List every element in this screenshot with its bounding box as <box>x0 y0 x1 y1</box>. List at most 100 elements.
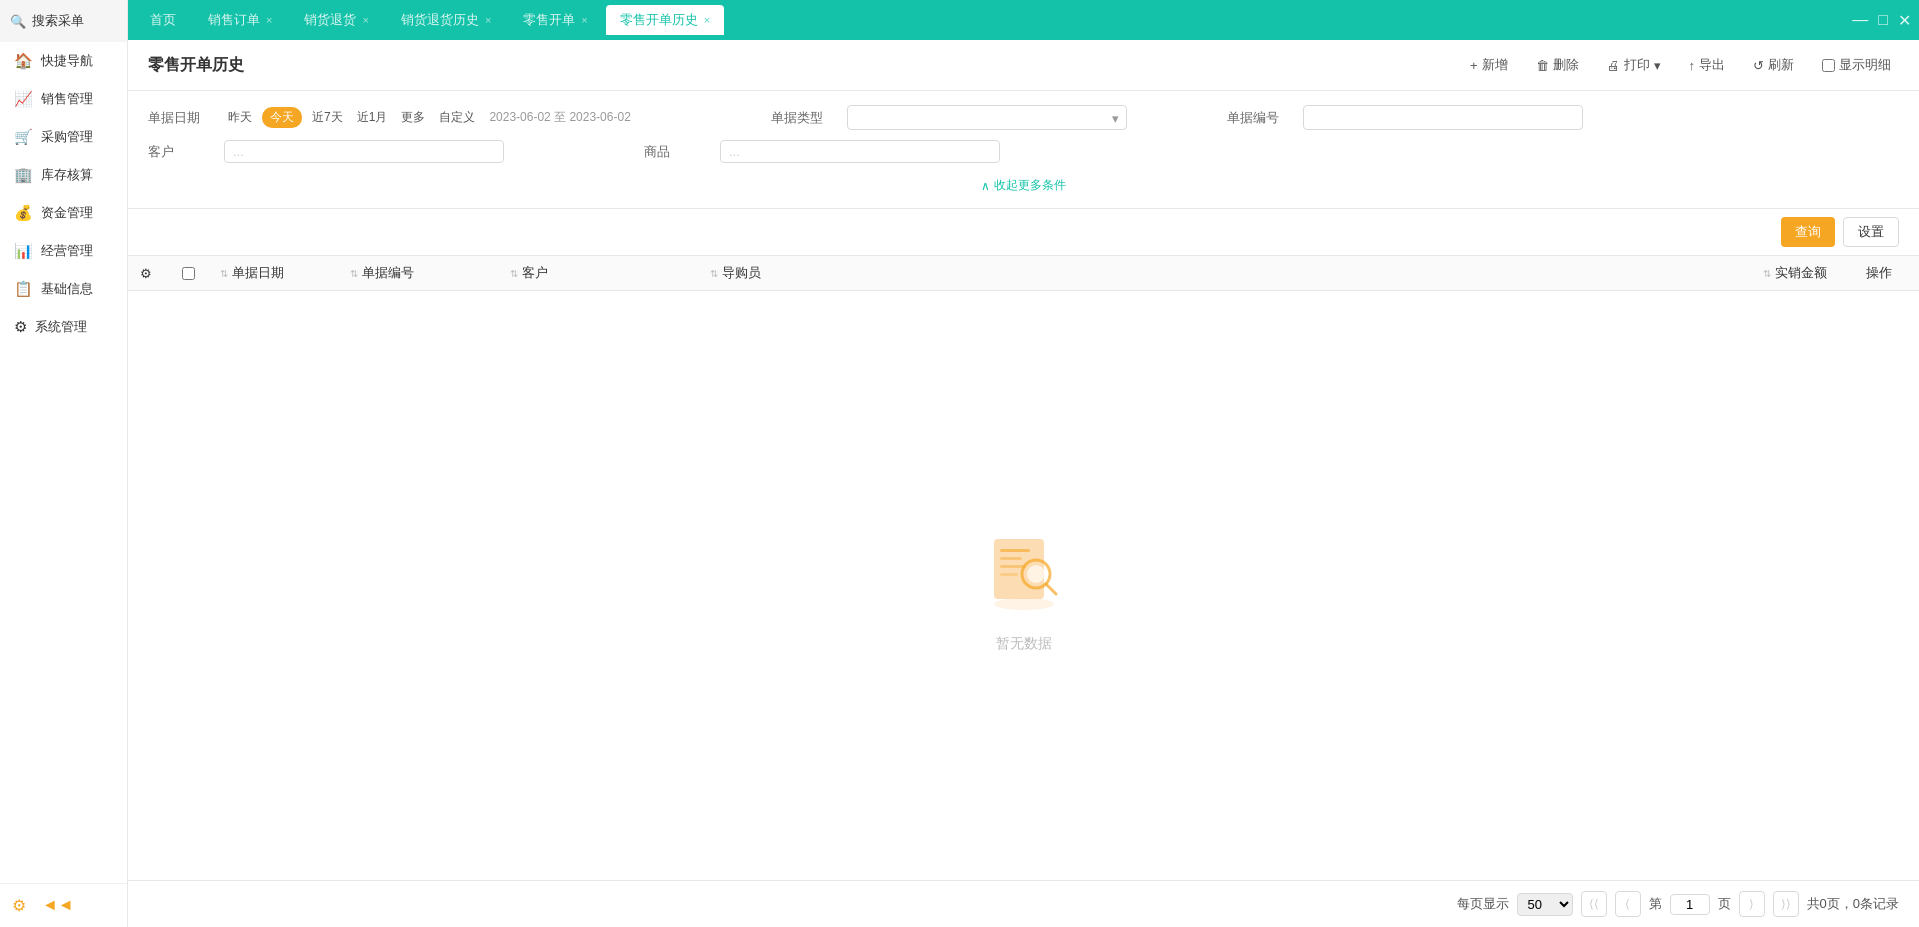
date-opt-more[interactable]: 更多 <box>397 107 429 128</box>
settings-label: 设置 <box>1858 223 1884 241</box>
th-date[interactable]: ⇅ 单据日期 <box>208 264 338 282</box>
tab-sales-order-close[interactable]: × <box>266 14 272 26</box>
sidebar-item-operations[interactable]: 📊 经营管理 <box>0 232 127 270</box>
tab-sales-return-history-label: 销货退货历史 <box>401 11 479 29</box>
tabs-bar: 首页 销售订单 × 销货退货 × 销货退货历史 × 零售开单 × 零售开单历史 … <box>128 0 1919 40</box>
date-opt-yesterday[interactable]: 昨天 <box>224 107 256 128</box>
tab-retail-open-label: 零售开单 <box>523 11 575 29</box>
total-info: 共0页，0条记录 <box>1807 895 1899 913</box>
tab-sales-return-history-close[interactable]: × <box>485 14 491 26</box>
collapse-row: ∧ 收起更多条件 <box>148 173 1899 194</box>
goods-label: 商品 <box>644 143 700 161</box>
th-guide[interactable]: ⇅ 导购员 <box>698 264 818 282</box>
th-amount-sort-icon: ⇅ <box>1763 268 1771 279</box>
sidebar-item-quick-nav[interactable]: 🏠 快捷导航 <box>0 42 127 80</box>
svg-rect-5 <box>1000 573 1018 576</box>
empty-text: 暂无数据 <box>996 635 1052 653</box>
tab-sales-return-history[interactable]: 销货退货历史 × <box>387 5 505 35</box>
tab-sales-return-close[interactable]: × <box>362 14 368 26</box>
sidebar-item-system[interactable]: ⚙ 系统管理 <box>0 308 127 346</box>
settings-bottom-icon[interactable]: ⚙ <box>12 896 26 915</box>
toolbar: + 新增 🗑 删除 🖨 打印 ▾ ↑ 导出 ↺ 刷新 <box>1462 52 1899 78</box>
collapse-up-icon: ∧ <box>981 179 990 193</box>
collapse-label: 收起更多条件 <box>994 177 1066 194</box>
search-icon: 🔍 <box>10 14 26 29</box>
tab-retail-history[interactable]: 零售开单历史 × <box>606 5 724 35</box>
collapse-sidebar-icon[interactable]: ◄◄ <box>42 896 74 915</box>
display-detail-checkbox[interactable] <box>1822 59 1835 72</box>
table-area: ⚙ ⇅ 单据日期 ⇅ 单据编号 ⇅ 客户 ⇅ <box>128 256 1919 880</box>
content-area: 零售开单历史 + 新增 🗑 删除 🖨 打印 ▾ ↑ 导出 <box>128 40 1919 927</box>
th-customer-sort-icon: ⇅ <box>510 268 518 279</box>
sidebar-item-sales-mgmt[interactable]: 📈 销售管理 <box>0 80 127 118</box>
customer-label: 客户 <box>148 143 204 161</box>
print-button[interactable]: 🖨 打印 ▾ <box>1599 52 1669 78</box>
window-restore-icon[interactable]: □ <box>1878 11 1888 30</box>
delete-button[interactable]: 🗑 删除 <box>1528 52 1587 78</box>
export-button[interactable]: ↑ 导出 <box>1681 52 1734 78</box>
sidebar-item-inventory[interactable]: 🏢 库存核算 <box>0 156 127 194</box>
sidebar-item-label: 经营管理 <box>41 242 93 260</box>
add-icon: + <box>1470 58 1478 73</box>
tab-retail-open-close[interactable]: × <box>581 14 587 26</box>
th-no[interactable]: ⇅ 单据编号 <box>338 264 498 282</box>
tab-retail-history-close[interactable]: × <box>704 14 710 26</box>
th-amount-label: 实销金额 <box>1775 264 1827 282</box>
window-minimize-icon[interactable]: — <box>1852 11 1868 30</box>
display-detail-checkbox-wrap[interactable]: 显示明细 <box>1814 52 1899 78</box>
settings-button[interactable]: 设置 <box>1843 217 1899 247</box>
main-area: 首页 销售订单 × 销货退货 × 销货退货历史 × 零售开单 × 零售开单历史 … <box>128 0 1919 927</box>
search-menu-label: 搜索采单 <box>32 12 84 30</box>
th-amount[interactable]: ⇅ 实销金额 <box>1719 264 1839 282</box>
print-arrow-icon: ▾ <box>1654 58 1661 73</box>
th-date-label: 单据日期 <box>232 264 284 282</box>
date-opt-1month[interactable]: 近1月 <box>353 107 392 128</box>
prev-page-button[interactable]: ⟨ <box>1615 891 1641 917</box>
th-customer[interactable]: ⇅ 客户 <box>498 264 698 282</box>
sidebar-item-purchase-mgmt[interactable]: 🛒 采购管理 <box>0 118 127 156</box>
tab-sales-order[interactable]: 销售订单 × <box>194 5 286 35</box>
add-button[interactable]: + 新增 <box>1462 52 1516 78</box>
sidebar-item-finance[interactable]: 💰 资金管理 <box>0 194 127 232</box>
per-page-label: 每页显示 <box>1457 895 1509 913</box>
last-page-button[interactable]: ⟩⟩ <box>1773 891 1799 917</box>
customer-input-wrap[interactable]: ... <box>224 140 504 163</box>
th-no-label: 单据编号 <box>362 264 414 282</box>
date-opt-custom[interactable]: 自定义 <box>435 107 479 128</box>
doc-type-select-wrap <box>847 105 1127 130</box>
doc-type-select[interactable] <box>847 105 1127 130</box>
tab-sales-return-label: 销货退货 <box>304 11 356 29</box>
select-all-checkbox[interactable] <box>182 267 195 280</box>
finance-icon: 💰 <box>14 204 33 222</box>
delete-icon: 🗑 <box>1536 58 1549 73</box>
doc-type-label: 单据类型 <box>771 109 827 127</box>
tab-retail-open[interactable]: 零售开单 × <box>509 5 601 35</box>
query-button[interactable]: 查询 <box>1781 217 1835 247</box>
tabs-bar-right: — □ ✕ <box>1852 11 1911 30</box>
first-page-button[interactable]: ⟨⟨ <box>1581 891 1607 917</box>
tab-sales-return[interactable]: 销货退货 × <box>290 5 382 35</box>
refresh-button[interactable]: ↺ 刷新 <box>1745 52 1802 78</box>
tab-home[interactable]: 首页 <box>136 5 190 35</box>
date-opt-7days[interactable]: 近7天 <box>308 107 347 128</box>
goods-input-wrap[interactable]: ... <box>720 140 1000 163</box>
search-menu-item[interactable]: 🔍 搜索采单 <box>0 0 127 42</box>
date-opt-today[interactable]: 今天 <box>262 107 302 128</box>
th-checkbox[interactable] <box>168 267 208 280</box>
next-page-button[interactable]: ⟩ <box>1739 891 1765 917</box>
add-label: 新增 <box>1482 56 1508 74</box>
page-header: 零售开单历史 + 新增 🗑 删除 🖨 打印 ▾ ↑ 导出 <box>128 40 1919 91</box>
per-page-select[interactable]: 50 20 100 <box>1517 893 1573 916</box>
tab-retail-history-label: 零售开单历史 <box>620 11 698 29</box>
window-close-icon[interactable]: ✕ <box>1898 11 1911 30</box>
collapse-button[interactable]: ∧ 收起更多条件 <box>981 177 1066 194</box>
sidebar-item-label: 系统管理 <box>35 318 87 336</box>
page-number-input[interactable] <box>1670 894 1710 915</box>
filter-row-2: 客户 ... 商品 ... <box>148 140 1899 163</box>
sidebar-item-label: 基础信息 <box>41 280 93 298</box>
sidebar-item-basic-info[interactable]: 📋 基础信息 <box>0 270 127 308</box>
th-gear[interactable]: ⚙ <box>128 266 168 281</box>
empty-state: 暂无数据 <box>128 291 1919 880</box>
refresh-label: 刷新 <box>1768 56 1794 74</box>
doc-no-input[interactable] <box>1303 105 1583 130</box>
